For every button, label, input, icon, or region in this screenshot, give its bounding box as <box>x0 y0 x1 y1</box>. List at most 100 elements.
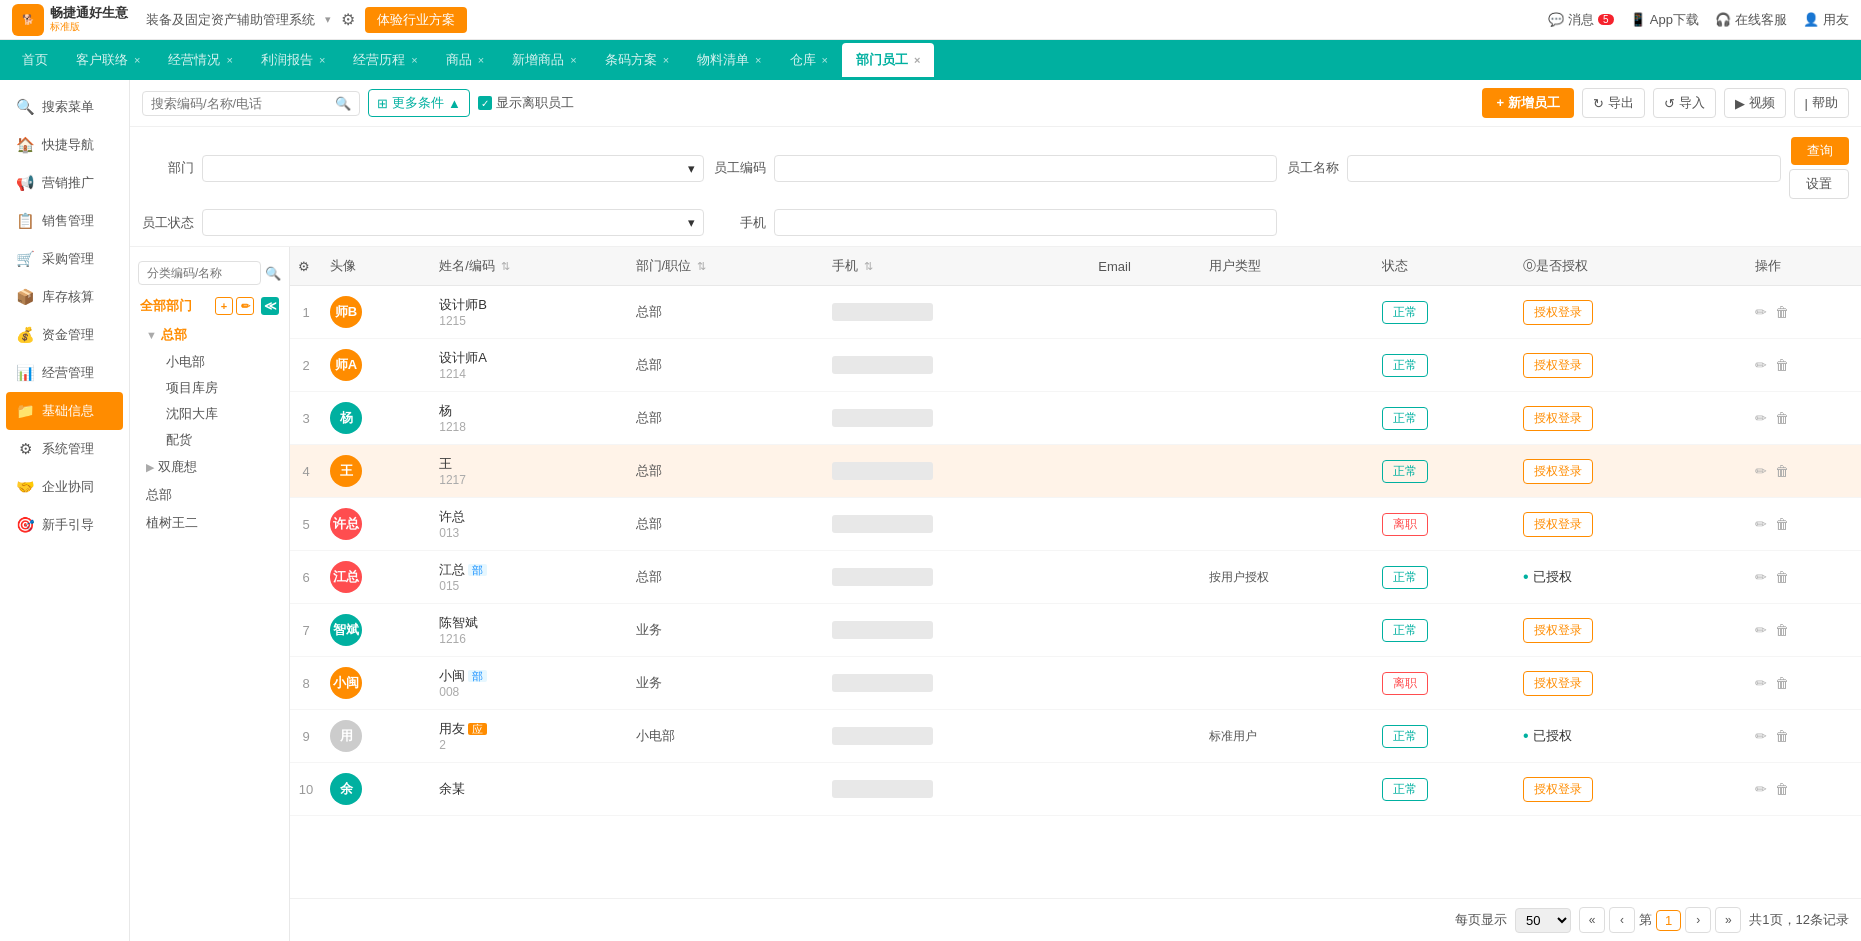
sidebar-item-collab[interactable]: 🤝 企业协同 <box>0 468 129 506</box>
edit-icon[interactable]: ✏ <box>1755 781 1767 797</box>
reset-button[interactable]: 设置 <box>1789 169 1849 199</box>
delete-icon[interactable]: 🗑 <box>1775 728 1789 744</box>
dept-node-shuanglu[interactable]: ▶ 双鹿想 <box>130 453 289 481</box>
add-dept-icon[interactable]: + <box>215 297 233 315</box>
show-resigned-toggle[interactable]: ✓ 显示离职员工 <box>478 94 574 112</box>
view-button[interactable]: ▶ 视频 <box>1724 88 1786 118</box>
tab-customer[interactable]: 客户联络 × <box>62 43 154 77</box>
app-download-item[interactable]: 📱 App下载 <box>1630 11 1699 29</box>
close-icon[interactable]: × <box>663 54 669 66</box>
sidebar-item-system[interactable]: ⚙ 系统管理 <box>0 430 129 468</box>
dept-node-zongbu[interactable]: ▼ 总部 <box>130 321 289 349</box>
online-service-item[interactable]: 🎧 在线客服 <box>1715 11 1787 29</box>
edit-icon[interactable]: ✏ <box>1755 569 1767 585</box>
phone-filter-input[interactable] <box>774 209 1276 236</box>
delete-icon[interactable]: 🗑 <box>1775 675 1789 691</box>
close-icon[interactable]: × <box>134 54 140 66</box>
collapse-tree-icon[interactable]: ≪ <box>261 297 279 315</box>
tab-business[interactable]: 经营历程 × <box>339 43 431 77</box>
tab-barcode[interactable]: 条码方案 × <box>591 43 683 77</box>
edit-icon[interactable]: ✏ <box>1755 304 1767 320</box>
prev-page-button[interactable]: ‹ <box>1609 907 1635 933</box>
first-page-button[interactable]: « <box>1579 907 1605 933</box>
settings-button[interactable]: ⚙ <box>341 10 355 29</box>
close-icon[interactable]: × <box>822 54 828 66</box>
sidebar-item-bizmanage[interactable]: 📊 经营管理 <box>0 354 129 392</box>
sidebar-item-search[interactable]: 🔍 搜索菜单 <box>0 88 129 126</box>
tab-profit[interactable]: 利润报告 × <box>247 43 339 77</box>
close-icon[interactable]: × <box>411 54 417 66</box>
sidebar-item-sales[interactable]: 📋 销售管理 <box>0 202 129 240</box>
delete-icon[interactable]: 🗑 <box>1775 781 1789 797</box>
sidebar-item-inventory[interactable]: 📦 库存核算 <box>0 278 129 316</box>
message-item[interactable]: 💬 消息 5 <box>1548 11 1614 29</box>
dept-search-input[interactable] <box>138 261 261 285</box>
sidebar-item-purchase[interactable]: 🛒 采购管理 <box>0 240 129 278</box>
delete-icon[interactable]: 🗑 <box>1775 516 1789 532</box>
sidebar-item-marketing[interactable]: 📢 营销推广 <box>0 164 129 202</box>
edit-icon[interactable]: ✏ <box>1755 622 1767 638</box>
edit-icon[interactable]: ✏ <box>1755 516 1767 532</box>
dept-node-zhi[interactable]: 植树王二 <box>130 509 289 537</box>
export-button[interactable]: ↻ 导出 <box>1582 88 1645 118</box>
emp-status-select[interactable]: ▾ <box>202 209 704 236</box>
tab-employee[interactable]: 部门员工 × <box>842 43 934 77</box>
delete-icon[interactable]: 🗑 <box>1775 304 1789 320</box>
delete-icon[interactable]: 🗑 <box>1775 357 1789 373</box>
page-size-select[interactable]: 50 20 100 <box>1515 908 1571 933</box>
dept-node-zongbu2[interactable]: 总部 <box>130 481 289 509</box>
dept-child-xiaodian[interactable]: 小电部 <box>156 349 289 375</box>
edit-icon[interactable]: ✏ <box>1755 410 1767 426</box>
authorize-button[interactable]: 授权登录 <box>1523 353 1593 378</box>
add-employee-button[interactable]: + 新增员工 <box>1482 88 1573 118</box>
search-button[interactable]: 查询 <box>1791 137 1849 165</box>
tab-new-goods[interactable]: 新增商品 × <box>498 43 590 77</box>
emp-code-input[interactable] <box>774 155 1276 182</box>
close-icon[interactable]: × <box>226 54 232 66</box>
help-button[interactable]: | 帮助 <box>1794 88 1849 118</box>
delete-icon[interactable]: 🗑 <box>1775 463 1789 479</box>
sidebar-item-quicknav[interactable]: 🏠 快捷导航 <box>0 126 129 164</box>
dept-child-xiangmu[interactable]: 项目库房 <box>156 375 289 401</box>
edit-icon[interactable]: ✏ <box>1755 728 1767 744</box>
authorize-button[interactable]: 授权登录 <box>1523 300 1593 325</box>
authorize-button[interactable]: 授权登录 <box>1523 618 1593 643</box>
delete-icon[interactable]: 🗑 <box>1775 569 1789 585</box>
authorize-button[interactable]: 授权登录 <box>1523 777 1593 802</box>
close-icon[interactable]: × <box>755 54 761 66</box>
close-icon[interactable]: × <box>914 54 920 66</box>
import-button[interactable]: ↺ 导入 <box>1653 88 1716 118</box>
authorize-button[interactable]: 授权登录 <box>1523 671 1593 696</box>
edit-icon[interactable]: ✏ <box>1755 675 1767 691</box>
sidebar-item-guide[interactable]: 🎯 新手引导 <box>0 506 129 544</box>
authorize-button[interactable]: 授权登录 <box>1523 406 1593 431</box>
experience-button[interactable]: 体验行业方案 <box>365 7 467 33</box>
close-icon[interactable]: × <box>319 54 325 66</box>
search-box[interactable]: 🔍 <box>142 91 360 116</box>
edit-icon[interactable]: ✏ <box>1755 357 1767 373</box>
user-item[interactable]: 👤 用友 <box>1803 11 1849 29</box>
emp-name-input[interactable] <box>1347 155 1781 182</box>
close-icon[interactable]: × <box>478 54 484 66</box>
sidebar-item-finance[interactable]: 💰 资金管理 <box>0 316 129 354</box>
col-settings[interactable]: ⚙ <box>290 247 322 286</box>
more-conditions-btn[interactable]: ⊞ 更多条件 ▲ <box>368 89 470 117</box>
edit-icon[interactable]: ✏ <box>1755 463 1767 479</box>
tab-warehouse[interactable]: 仓库 × <box>776 43 842 77</box>
dept-filter-select[interactable]: ▾ <box>202 155 704 182</box>
delete-icon[interactable]: 🗑 <box>1775 410 1789 426</box>
sidebar-item-basic[interactable]: 📁 基础信息 <box>6 392 123 430</box>
search-input[interactable] <box>151 96 331 111</box>
next-page-button[interactable]: › <box>1685 907 1711 933</box>
tab-operation[interactable]: 经营情况 × <box>154 43 246 77</box>
tab-goods[interactable]: 商品 × <box>432 43 498 77</box>
tab-bom[interactable]: 物料清单 × <box>683 43 775 77</box>
edit-dept-icon[interactable]: ✏ <box>236 297 254 315</box>
last-page-button[interactable]: » <box>1715 907 1741 933</box>
dept-child-peihuo[interactable]: 配货 <box>156 427 289 453</box>
tab-home[interactable]: 首页 <box>8 43 62 77</box>
close-icon[interactable]: × <box>570 54 576 66</box>
delete-icon[interactable]: 🗑 <box>1775 622 1789 638</box>
dept-child-shenyang[interactable]: 沈阳大库 <box>156 401 289 427</box>
authorize-button[interactable]: 授权登录 <box>1523 459 1593 484</box>
